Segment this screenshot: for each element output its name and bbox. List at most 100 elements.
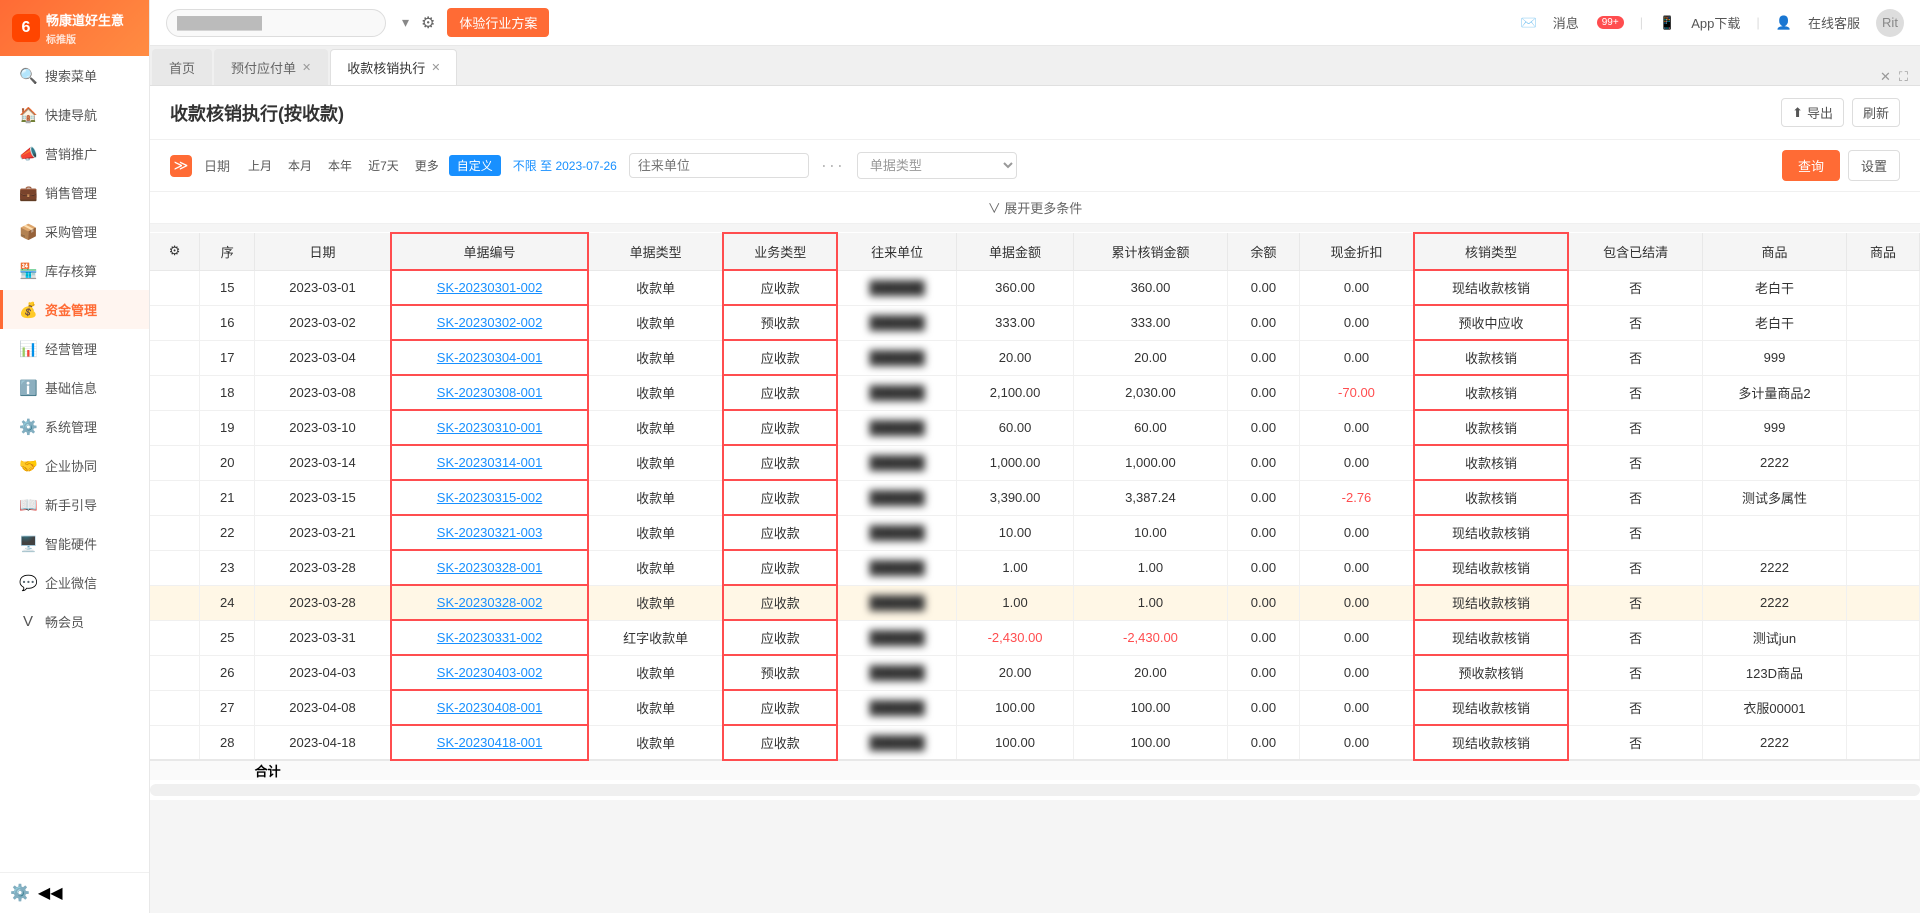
app-label[interactable]: App下载 [1691,13,1740,32]
table-row[interactable]: 232023-03-28SK-20230328-001收款单应收款██████1… [150,550,1920,585]
sidebar-item-label: 新手引导 [45,495,97,514]
col-gear[interactable]: ⚙ [150,233,200,270]
table-row[interactable]: 282023-04-18SK-20230418-001收款单应收款██████1… [150,725,1920,760]
cell-doc-no[interactable]: SK-20230418-001 [391,725,588,760]
query-button[interactable]: 查询 [1782,150,1840,181]
sidebar-item-quicknav[interactable]: 🏠 快捷导航 [0,95,149,134]
doc-link[interactable]: SK-20230315-002 [437,490,543,505]
date-btn-more[interactable]: 更多 [409,155,445,176]
table-row[interactable]: 252023-03-31SK-20230331-002红字收款单应收款█████… [150,620,1920,655]
topbar-gear-icon[interactable]: ⚙ [421,13,435,33]
tab-prepay[interactable]: 预付应付单 ✕ [214,49,328,85]
table-row[interactable]: 222023-03-21SK-20230321-003收款单应收款██████1… [150,515,1920,550]
sidebar-item-guide[interactable]: 📖 新手引导 [0,485,149,524]
tab-expand-icon[interactable]: ⛶ [1899,69,1908,85]
doc-link[interactable]: SK-20230408-001 [437,700,543,715]
message-label[interactable]: 消息 [1553,13,1579,32]
solution-button[interactable]: 体验行业方案 [447,8,549,37]
cell-doc-no[interactable]: SK-20230328-001 [391,550,588,585]
service-label[interactable]: 在线客服 [1808,13,1860,32]
doc-link[interactable]: SK-20230308-001 [437,385,543,400]
sidebar-item-purchase[interactable]: 📦 采购管理 [0,212,149,251]
doc-link[interactable]: SK-20230328-002 [437,595,543,610]
expand-label: ∨ 展开更多条件 [988,201,1083,216]
cell-doc-no[interactable]: SK-20230315-002 [391,480,588,515]
table-row[interactable]: 192023-03-10SK-20230310-001收款单应收款██████6… [150,410,1920,445]
refresh-button[interactable]: 刷新 [1852,98,1900,127]
page-header: 收款核销执行(按收款) ⬆ 导出 刷新 [150,86,1920,140]
doc-link[interactable]: SK-20230304-001 [437,350,543,365]
sidebar-item-finance[interactable]: 💰 资金管理 [0,290,149,329]
tab-prepay-close[interactable]: ✕ [302,61,311,74]
tab-close-all-icon[interactable]: ✕ [1880,69,1891,85]
cell-doc-no[interactable]: SK-20230314-001 [391,445,588,480]
tab-home[interactable]: 首页 [152,49,212,85]
sidebar-item-wechat[interactable]: 💬 企业微信 [0,563,149,602]
dropdown-icon[interactable]: ▾ [402,14,409,31]
sidebar-item-inventory[interactable]: 🏪 库存核算 [0,251,149,290]
filter-toggle-button[interactable]: ≫ [170,155,192,177]
corp-icon: 🤝 [19,457,37,475]
cell-doc-no[interactable]: SK-20230408-001 [391,690,588,725]
table-scrollbar[interactable] [150,784,1920,796]
sidebar-item-basic[interactable]: ℹ️ 基础信息 [0,368,149,407]
date-btn-last-month[interactable]: 上月 [242,155,278,176]
cell-doc-no[interactable]: SK-20230301-002 [391,270,588,305]
doc-link[interactable]: SK-20230321-003 [437,525,543,540]
table-row[interactable]: 182023-03-08SK-20230308-001收款单应收款██████2… [150,375,1920,410]
doc-link[interactable]: SK-20230331-002 [437,630,543,645]
sidebar-item-search[interactable]: 🔍 搜索菜单 [0,56,149,95]
expand-more-bar[interactable]: ∨ 展开更多条件 [150,192,1920,224]
doc-link[interactable]: SK-20230310-001 [437,420,543,435]
date-custom-button[interactable]: 自定义 [449,155,501,176]
table-row[interactable]: 162023-03-02SK-20230302-002收款单预收款██████3… [150,305,1920,340]
cell-doc-no[interactable]: SK-20230310-001 [391,410,588,445]
doc-link[interactable]: SK-20230328-001 [437,560,543,575]
service-icon: 👤 [1776,15,1792,31]
sidebar-item-marketing[interactable]: 📣 营销推广 [0,134,149,173]
cell-doc-no[interactable]: SK-20230403-002 [391,655,588,690]
cell-doc-no[interactable]: SK-20230321-003 [391,515,588,550]
cell-balance: 0.00 [1227,620,1300,655]
collapse-icon[interactable]: ◀◀ [38,883,63,903]
sidebar-item-corp[interactable]: 🤝 企业协同 [0,446,149,485]
settings-bottom-icon[interactable]: ⚙️ [10,883,30,903]
doc-link[interactable]: SK-20230314-001 [437,455,543,470]
table-row[interactable]: 202023-03-14SK-20230314-001收款单应收款██████1… [150,445,1920,480]
table-row[interactable]: 212023-03-15SK-20230315-002收款单应收款██████3… [150,480,1920,515]
tab-collection-close[interactable]: ✕ [431,61,440,74]
doc-link[interactable]: SK-20230302-002 [437,315,543,330]
cell-doc-no[interactable]: SK-20230331-002 [391,620,588,655]
partner-input[interactable] [629,153,809,178]
cell-checkbox [150,305,200,340]
doc-link[interactable]: SK-20230403-002 [437,665,543,680]
cell-cancel-type: 现结收款核销 [1414,620,1569,655]
table-row[interactable]: 262023-04-03SK-20230403-002收款单预收款██████2… [150,655,1920,690]
cell-include-settled: 否 [1568,515,1702,550]
doc-link[interactable]: SK-20230301-002 [437,280,543,295]
table-row[interactable]: 172023-03-04SK-20230304-001收款单应收款██████2… [150,340,1920,375]
user-avatar[interactable]: Rit [1876,9,1904,37]
cell-doc-no[interactable]: SK-20230308-001 [391,375,588,410]
doc-link[interactable]: SK-20230418-001 [437,735,543,750]
export-button[interactable]: ⬆ 导出 [1781,98,1844,127]
doc-type-select[interactable]: 单据类型 [857,152,1017,179]
date-filter-label: 日期 [204,156,230,175]
cell-no: 23 [200,550,255,585]
sidebar-item-vip[interactable]: V 畅会员 [0,602,149,641]
date-btn-7days[interactable]: 近7天 [362,155,405,176]
cell-doc-no[interactable]: SK-20230328-002 [391,585,588,620]
table-row[interactable]: 272023-04-08SK-20230408-001收款单应收款██████1… [150,690,1920,725]
cell-doc-no[interactable]: SK-20230302-002 [391,305,588,340]
settings-button[interactable]: 设置 [1848,150,1900,181]
table-row[interactable]: 242023-03-28SK-20230328-002收款单应收款██████1… [150,585,1920,620]
sidebar-item-sales[interactable]: 💼 销售管理 [0,173,149,212]
sidebar-item-hardware[interactable]: 🖥️ 智能硬件 [0,524,149,563]
cell-doc-no[interactable]: SK-20230304-001 [391,340,588,375]
table-row[interactable]: 152023-03-01SK-20230301-002收款单应收款██████3… [150,270,1920,305]
date-btn-this-year[interactable]: 本年 [322,155,358,176]
tab-collection[interactable]: 收款核销执行 ✕ [330,49,457,85]
sidebar-item-system[interactable]: ⚙️ 系统管理 [0,407,149,446]
date-btn-this-month[interactable]: 本月 [282,155,318,176]
sidebar-item-operation[interactable]: 📊 经营管理 [0,329,149,368]
